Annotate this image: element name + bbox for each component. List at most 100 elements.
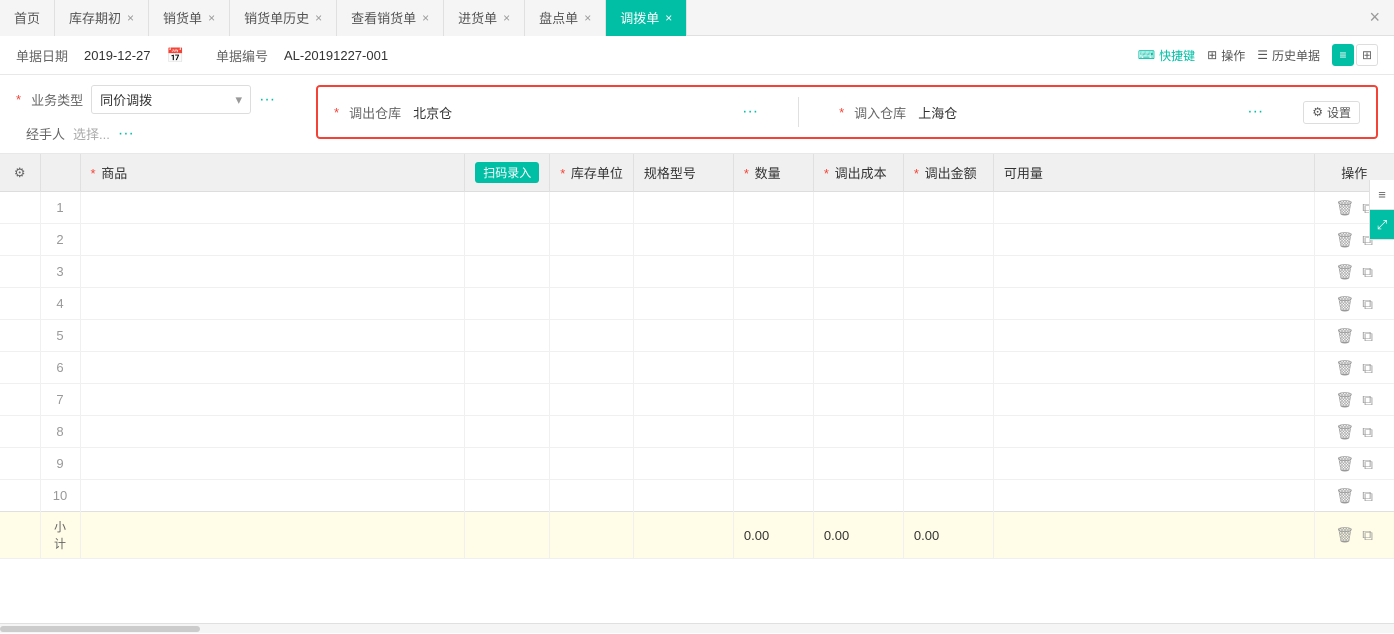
row-unit-cell[interactable] [550, 416, 634, 448]
tab-home[interactable]: 首页 [0, 0, 55, 36]
col-settings-gear-icon[interactable]: ⚙ [14, 165, 26, 180]
tab-stocktake[interactable]: 盘点单 × [525, 0, 606, 36]
row-product-cell[interactable] [80, 256, 465, 288]
row-cost-cell[interactable] [813, 192, 903, 224]
row-spec-cell[interactable] [633, 480, 733, 512]
row-spec-cell[interactable] [633, 448, 733, 480]
row-qty-cell[interactable] [733, 480, 813, 512]
row-cost-cell[interactable] [813, 384, 903, 416]
row-product-cell[interactable] [80, 288, 465, 320]
tab-sales-history-close[interactable]: × [315, 11, 322, 25]
row-delete-icon[interactable]: 🗑 [1336, 328, 1355, 345]
row-delete-icon[interactable]: 🗑 [1336, 296, 1355, 313]
row-amount-cell[interactable] [903, 480, 993, 512]
history-button[interactable]: ☰ 历史单据 [1257, 47, 1320, 64]
row-copy-icon[interactable]: ⧉ [1362, 392, 1373, 409]
row-amount-cell[interactable] [903, 384, 993, 416]
tab-sales-history[interactable]: 销货单历史 × [230, 0, 337, 36]
scan-entry-button[interactable]: 扫码录入 [475, 162, 539, 183]
row-qty-cell[interactable] [733, 256, 813, 288]
row-amount-cell[interactable] [903, 352, 993, 384]
tab-view-sales-close[interactable]: × [422, 11, 429, 25]
row-unit-cell[interactable] [550, 256, 634, 288]
row-spec-cell[interactable] [633, 352, 733, 384]
row-spec-cell[interactable] [633, 384, 733, 416]
tab-transfer[interactable]: 调拨单 × [606, 0, 687, 36]
row-unit-cell[interactable] [550, 288, 634, 320]
row-unit-cell[interactable] [550, 448, 634, 480]
row-delete-icon[interactable]: 🗑 [1336, 424, 1355, 441]
row-cost-cell[interactable] [813, 224, 903, 256]
row-cost-cell[interactable] [813, 320, 903, 352]
tab-stocktake-close[interactable]: × [584, 11, 591, 25]
row-amount-cell[interactable] [903, 448, 993, 480]
row-qty-cell[interactable] [733, 192, 813, 224]
row-amount-cell[interactable] [903, 320, 993, 352]
row-copy-icon[interactable]: ⧉ [1362, 328, 1373, 345]
row-product-cell[interactable] [80, 480, 465, 512]
row-qty-cell[interactable] [733, 448, 813, 480]
row-unit-cell[interactable] [550, 352, 634, 384]
row-unit-cell[interactable] [550, 192, 634, 224]
calendar-icon[interactable]: 📅 [167, 47, 184, 64]
tab-sales-order-close[interactable]: × [208, 11, 215, 25]
row-cost-cell[interactable] [813, 416, 903, 448]
tab-inventory-init[interactable]: 库存期初 × [55, 0, 149, 36]
row-cost-cell[interactable] [813, 352, 903, 384]
row-qty-cell[interactable] [733, 320, 813, 352]
row-delete-icon[interactable]: 🗑 [1336, 232, 1355, 249]
row-qty-cell[interactable] [733, 224, 813, 256]
tab-sales-order[interactable]: 销货单 × [149, 0, 230, 36]
row-copy-icon[interactable]: ⧉ [1362, 424, 1373, 441]
section-settings-button[interactable]: ⚙ 设置 [1303, 101, 1360, 124]
row-cost-cell[interactable] [813, 480, 903, 512]
handler-placeholder[interactable]: 选择... [73, 124, 110, 143]
row-qty-cell[interactable] [733, 288, 813, 320]
row-delete-icon[interactable]: 🗑 [1336, 456, 1355, 473]
out-warehouse-more-button[interactable]: ··· [742, 103, 758, 121]
row-delete-icon[interactable]: 🗑 [1336, 488, 1355, 505]
row-amount-cell[interactable] [903, 288, 993, 320]
row-amount-cell[interactable] [903, 256, 993, 288]
row-spec-cell[interactable] [633, 224, 733, 256]
tab-view-sales[interactable]: 查看销货单 × [337, 0, 444, 36]
row-copy-icon[interactable]: ⧉ [1362, 488, 1373, 505]
row-amount-cell[interactable] [903, 416, 993, 448]
row-copy-icon[interactable]: ⧉ [1362, 296, 1373, 313]
list-view-button[interactable]: ≡ [1332, 44, 1354, 66]
row-product-cell[interactable] [80, 352, 465, 384]
row-delete-icon[interactable]: 🗑 [1336, 360, 1355, 377]
row-product-cell[interactable] [80, 320, 465, 352]
row-product-cell[interactable] [80, 224, 465, 256]
tab-purchase[interactable]: 进货单 × [444, 0, 525, 36]
subtotal-delete-icon[interactable]: 🗑 [1336, 527, 1355, 544]
tab-inventory-init-close[interactable]: × [127, 11, 134, 25]
row-product-cell[interactable] [80, 416, 465, 448]
row-cost-cell[interactable] [813, 448, 903, 480]
row-product-cell[interactable] [80, 384, 465, 416]
row-spec-cell[interactable] [633, 256, 733, 288]
row-amount-cell[interactable] [903, 192, 993, 224]
row-qty-cell[interactable] [733, 384, 813, 416]
row-spec-cell[interactable] [633, 288, 733, 320]
row-copy-icon[interactable]: ⧉ [1362, 456, 1373, 473]
row-spec-cell[interactable] [633, 320, 733, 352]
row-delete-icon[interactable]: 🗑 [1336, 264, 1355, 281]
row-unit-cell[interactable] [550, 320, 634, 352]
biz-type-select[interactable]: 同价调拨 ▾ [91, 85, 251, 114]
shortcut-button[interactable]: ⌨ 快捷键 [1138, 47, 1195, 64]
row-product-cell[interactable] [80, 192, 465, 224]
biz-type-more-button[interactable]: ··· [259, 91, 275, 109]
row-qty-cell[interactable] [733, 352, 813, 384]
row-amount-cell[interactable] [903, 224, 993, 256]
row-spec-cell[interactable] [633, 416, 733, 448]
row-product-cell[interactable] [80, 448, 465, 480]
bottom-scrollbar[interactable] [0, 623, 1394, 633]
right-panel-expand-button[interactable]: ⤢ [1370, 210, 1394, 240]
row-unit-cell[interactable] [550, 224, 634, 256]
global-close-button[interactable]: × [1355, 7, 1394, 28]
tab-purchase-close[interactable]: × [503, 11, 510, 25]
handler-more-button[interactable]: ··· [118, 125, 134, 143]
row-cost-cell[interactable] [813, 256, 903, 288]
row-delete-icon[interactable]: 🗑 [1336, 200, 1355, 217]
